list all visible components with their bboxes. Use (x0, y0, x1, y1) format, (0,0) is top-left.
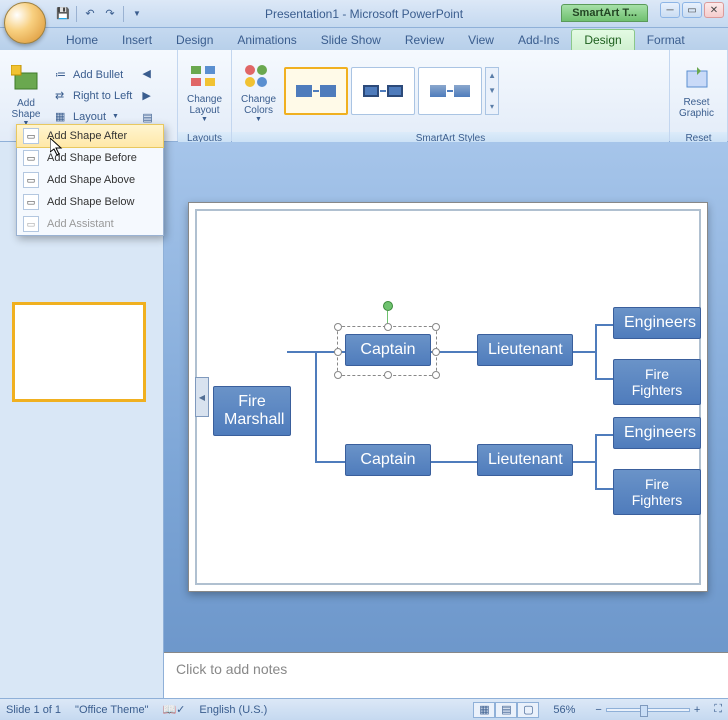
menu-add-assistant: ▭Add Assistant (17, 213, 163, 235)
add-bullet-button[interactable]: ≔Add Bullet (51, 65, 136, 85)
tab-view[interactable]: View (456, 30, 506, 50)
minimize-button[interactable]: ─ (660, 2, 680, 18)
slide-editor-area[interactable]: ◀ Fire Marshall (164, 142, 728, 698)
smartart-graphic-frame[interactable]: ◀ Fire Marshall (195, 209, 701, 585)
fit-to-window-button[interactable]: ⛶ (714, 703, 722, 716)
smartart-node-lieutenant-2[interactable]: Lieutenant (477, 444, 573, 476)
view-sorter-button[interactable]: ▤ (495, 702, 517, 718)
style-gallery-more[interactable]: ▲▼▾ (485, 67, 499, 115)
qat-redo-icon[interactable]: ↷ (101, 5, 119, 23)
shape-above-icon: ▭ (23, 172, 39, 188)
smartart-node-root[interactable]: Fire Marshall (213, 386, 291, 436)
change-layout-button[interactable]: Change Layout ▼ (182, 52, 227, 130)
status-slide-info: Slide 1 of 1 (6, 704, 61, 716)
promote-button[interactable]: ◀ (139, 65, 159, 83)
zoom-thumb[interactable] (640, 705, 648, 717)
textpane-icon: ▤ (142, 111, 156, 125)
tab-insert[interactable]: Insert (110, 30, 164, 50)
tab-animations[interactable]: Animations (225, 30, 308, 50)
menu-add-shape-above[interactable]: ▭Add Shape Above (17, 169, 163, 191)
change-colors-icon (243, 60, 275, 92)
view-normal-button[interactable]: ▦ (473, 702, 495, 718)
change-layout-icon (189, 60, 221, 92)
tab-home[interactable]: Home (54, 30, 110, 50)
shape-before-icon: ▭ (23, 150, 39, 166)
spellcheck-icon[interactable]: 📖✓ (162, 703, 185, 716)
menu-add-shape-below[interactable]: ▭Add Shape Below (17, 191, 163, 213)
bullet-icon: ≔ (55, 68, 69, 82)
qat-save-icon[interactable]: 💾 (54, 5, 72, 23)
shape-below-icon: ▭ (23, 194, 39, 210)
smartart-tools-label: SmartArt T... (561, 4, 648, 22)
smartart-node-captain-2[interactable]: Captain (345, 444, 431, 476)
smartart-node-captain-1[interactable]: Captain (345, 334, 431, 366)
restore-button[interactable]: ▭ (682, 2, 702, 18)
qat-customize-icon[interactable]: ▼ (128, 5, 146, 23)
smartart-node-engineers-1[interactable]: Engineers (613, 307, 701, 339)
tab-addins[interactable]: Add-Ins (506, 30, 571, 50)
menu-add-shape-after[interactable]: ▭Add Shape After (16, 124, 164, 148)
tab-slide-show[interactable]: Slide Show (309, 30, 393, 50)
zoom-in-button[interactable]: + (694, 704, 700, 716)
right-to-left-button[interactable]: ⇄Right to Left (51, 86, 136, 106)
smartart-node-lieutenant-1[interactable]: Lieutenant (477, 334, 573, 366)
style-item-2[interactable] (351, 67, 415, 115)
ribbon-tabs: Home Insert Design Animations Slide Show… (0, 28, 728, 50)
office-button[interactable] (4, 2, 46, 44)
tab-design[interactable]: Design (164, 30, 225, 50)
rotate-handle[interactable] (383, 301, 393, 311)
add-shape-dropdown: ▭Add Shape After ▭Add Shape Before ▭Add … (16, 124, 164, 236)
smartart-style-gallery: ▲▼▾ (284, 67, 499, 115)
zoom-slider[interactable] (606, 708, 690, 712)
style-item-1[interactable] (284, 67, 348, 115)
view-slideshow-button[interactable]: ▢ (517, 702, 539, 718)
status-theme: "Office Theme" (75, 704, 148, 716)
tab-smartart-design[interactable]: Design (571, 29, 634, 50)
status-zoom-pct[interactable]: 56% (553, 704, 575, 716)
slide-canvas[interactable]: ◀ Fire Marshall (188, 202, 708, 592)
layout-icon: ▦ (55, 110, 69, 124)
statusbar: Slide 1 of 1 "Office Theme" 📖✓ English (… (0, 698, 728, 720)
smartart-node-firefighters-1[interactable]: Fire Fighters (613, 359, 701, 405)
style-item-3[interactable] (418, 67, 482, 115)
reset-graphic-button[interactable]: Reset Graphic (674, 52, 719, 130)
add-shape-button[interactable]: Add Shape ▼ (4, 57, 48, 135)
demote-button[interactable]: ▶ (139, 87, 159, 105)
add-shape-icon (10, 64, 42, 96)
app-title: Presentation1 - Microsoft PowerPoint (265, 7, 463, 21)
smartart-node-engineers-2[interactable]: Engineers (613, 417, 701, 449)
tab-review[interactable]: Review (393, 30, 456, 50)
assistant-icon: ▭ (23, 216, 39, 232)
menu-add-shape-before[interactable]: ▭Add Shape Before (17, 147, 163, 169)
zoom-out-button[interactable]: − (595, 704, 601, 716)
status-language[interactable]: English (U.S.) (199, 704, 267, 716)
text-pane-toggle[interactable]: ◀ (195, 377, 209, 417)
titlebar: 💾 ↶ ↷ ▼ Presentation1 - Microsoft PowerP… (0, 0, 728, 28)
notes-pane[interactable]: Click to add notes (164, 652, 728, 698)
change-colors-button[interactable]: Change Colors ▼ (236, 52, 281, 130)
promote-icon: ◀ (142, 67, 156, 81)
rtl-icon: ⇄ (55, 89, 69, 103)
smartart-node-firefighters-2[interactable]: Fire Fighters (613, 469, 701, 515)
tab-format[interactable]: Format (635, 30, 697, 50)
shape-after-icon: ▭ (23, 128, 39, 144)
close-button[interactable]: ✕ (704, 2, 724, 18)
demote-icon: ▶ (142, 89, 156, 103)
qat-undo-icon[interactable]: ↶ (81, 5, 99, 23)
reset-icon (681, 63, 713, 95)
slide-thumbnail-1[interactable] (12, 302, 146, 402)
